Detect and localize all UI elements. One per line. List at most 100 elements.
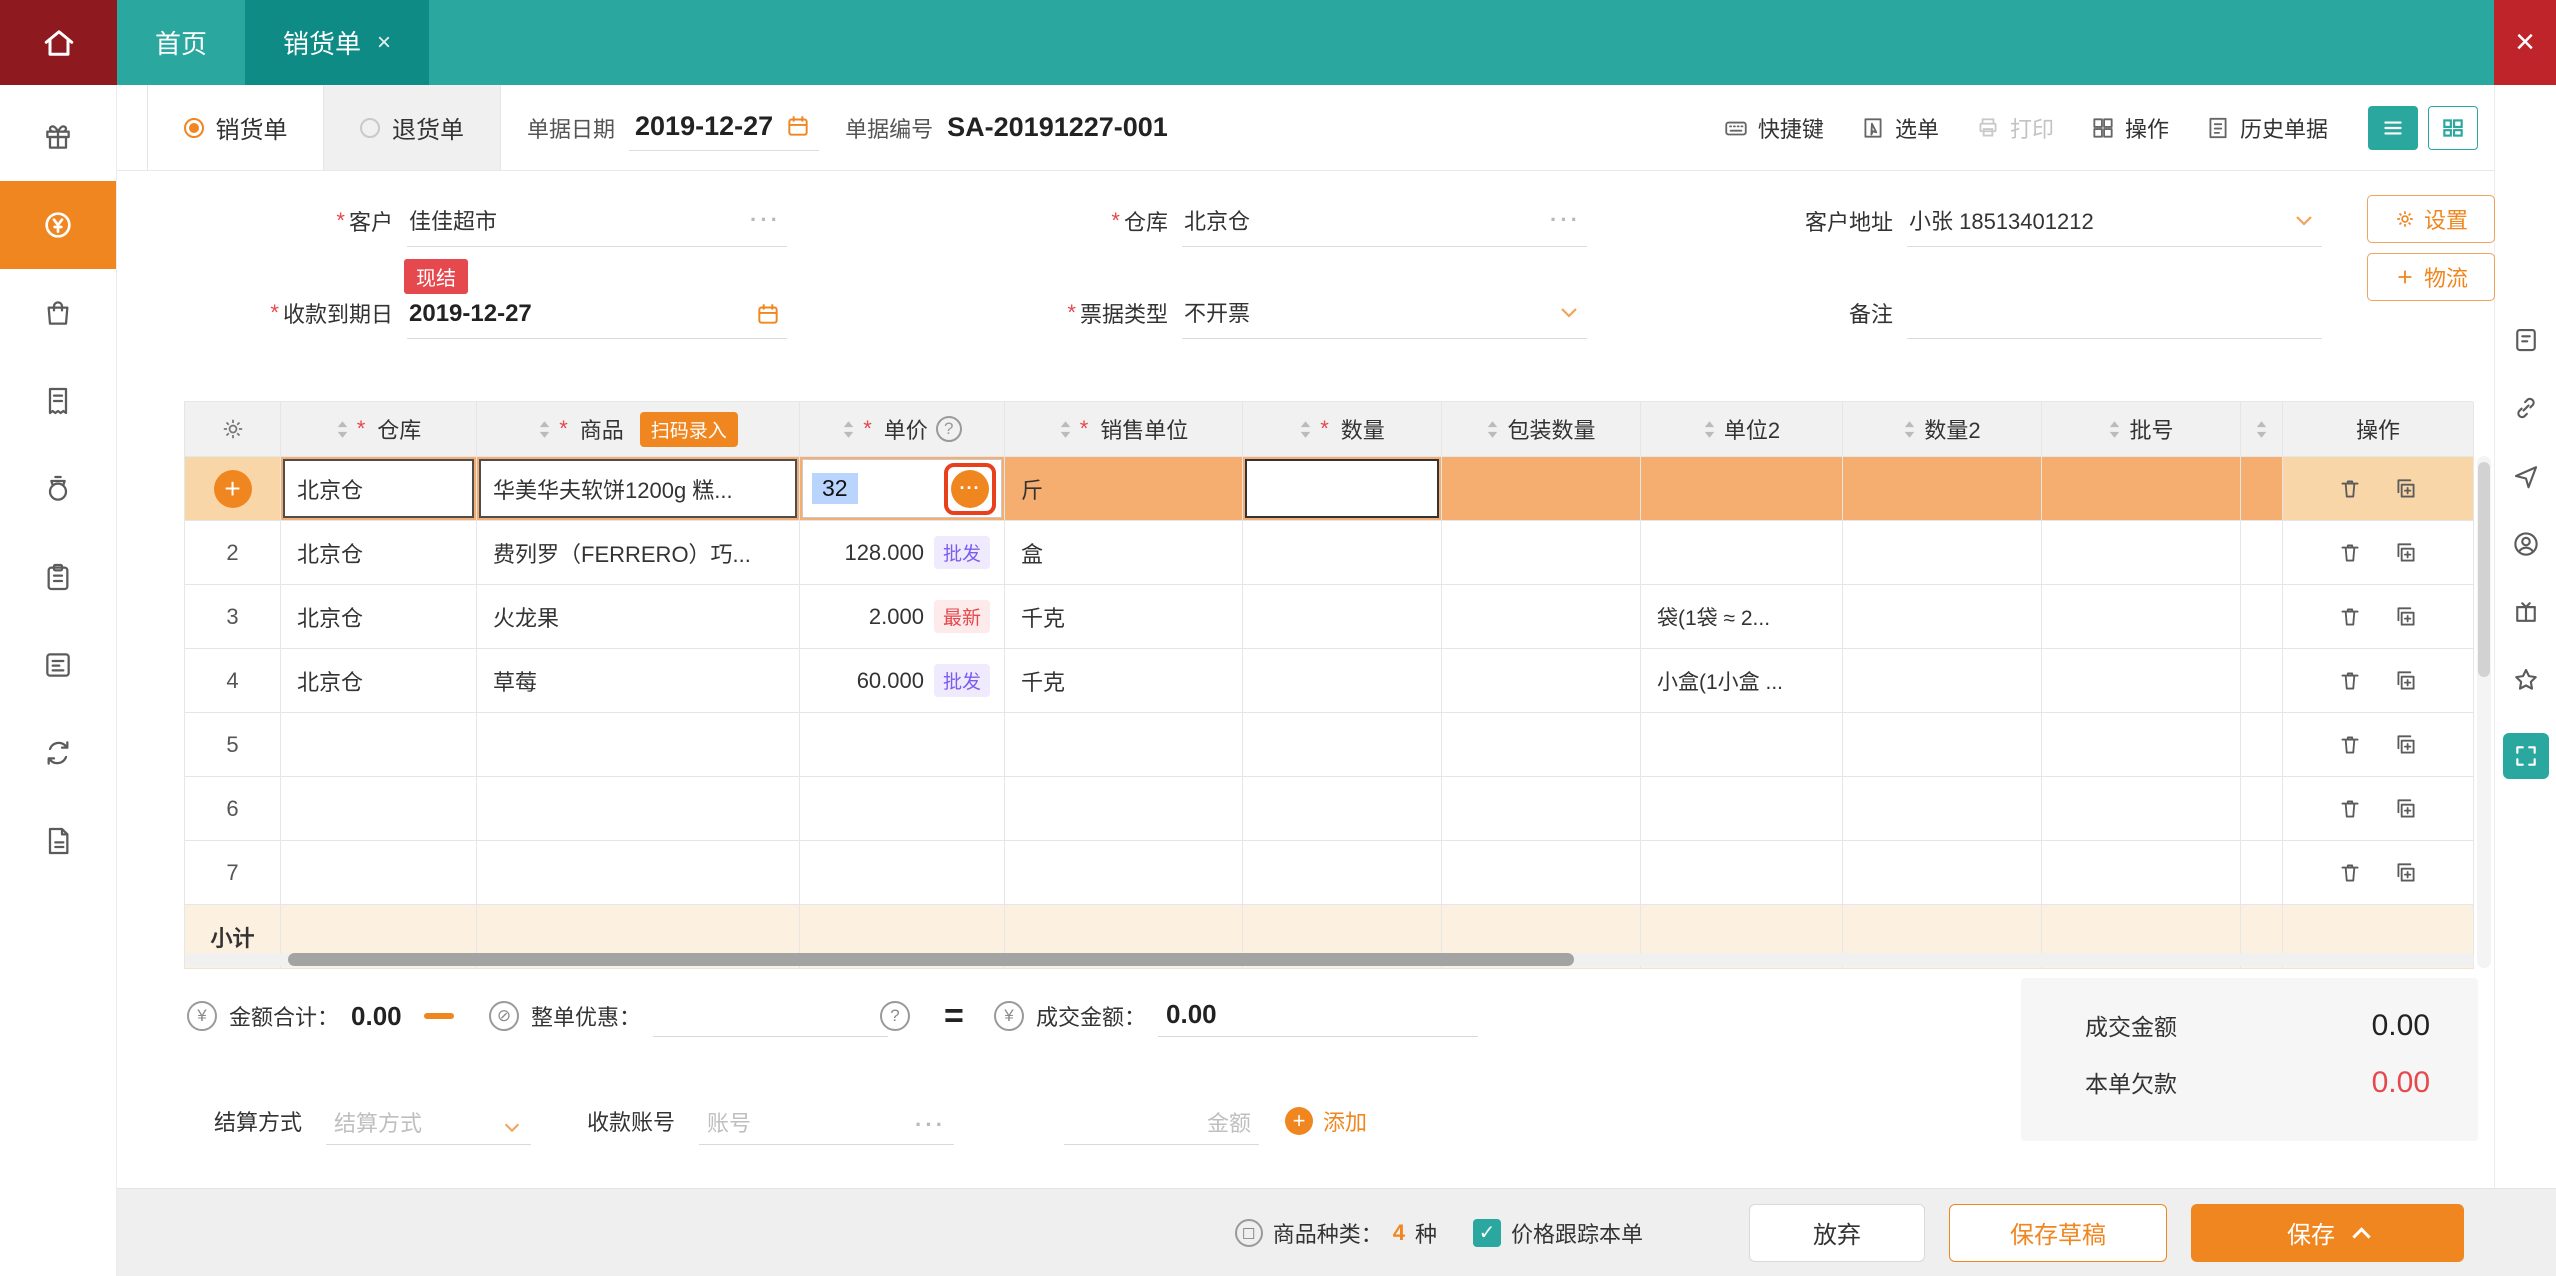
package-icon[interactable] (2511, 597, 2541, 627)
copy-row-button[interactable] (2393, 540, 2419, 566)
unit2-cell[interactable]: 袋(1袋 ≈ 2... (1641, 585, 1843, 649)
warehouse-cell[interactable]: 北京仓 (281, 457, 477, 521)
unit2-cell[interactable] (1641, 713, 1843, 777)
save-button[interactable]: 保存 (2191, 1203, 2464, 1262)
tab-sales-order[interactable]: 销货单 × (245, 0, 430, 85)
warehouse-more-icon[interactable]: ··· (1550, 207, 1581, 233)
price-column-header[interactable]: * 单价? (800, 402, 1005, 457)
extra-column-header[interactable] (2241, 402, 2283, 457)
warehouse-cell[interactable]: 北京仓 (281, 521, 477, 585)
sort-icon[interactable] (1486, 420, 1499, 439)
note-icon[interactable] (2511, 325, 2541, 355)
sort-icon[interactable] (2108, 420, 2121, 439)
delete-row-button[interactable] (2337, 860, 2363, 886)
vertical-scrollbar[interactable] (2478, 462, 2490, 677)
nav-funds[interactable] (0, 445, 116, 533)
delete-row-button[interactable] (2337, 732, 2363, 758)
unit-cell[interactable]: 千克 (1005, 585, 1243, 649)
price-cell[interactable]: 60.000 批发 (800, 649, 1005, 713)
help-icon[interactable]: ? (935, 416, 962, 442)
copy-row-button[interactable] (2393, 604, 2419, 630)
product-cell[interactable]: 草莓 (477, 649, 800, 713)
price-input[interactable]: 32 ··· (802, 459, 1002, 518)
product-cell[interactable] (477, 713, 800, 777)
unit-cell[interactable] (1005, 841, 1243, 905)
delete-row-button[interactable] (2337, 476, 2363, 502)
nav-sales-active[interactable] (0, 181, 116, 269)
sort-icon[interactable] (538, 420, 551, 439)
tab-return-doc[interactable]: 退货单 (324, 85, 500, 170)
qty-cell[interactable] (1243, 521, 1442, 585)
qty2-cell[interactable] (1843, 457, 2042, 521)
discard-button[interactable]: 放弃 (1749, 1203, 1925, 1262)
horizontal-scrollbar[interactable] (288, 953, 1574, 966)
qty2-column-header[interactable]: 数量2 (1843, 402, 2042, 457)
checkbox-checked-icon[interactable]: ✓ (1472, 1218, 1501, 1247)
nav-flow[interactable] (0, 709, 116, 797)
product-cell[interactable] (477, 777, 800, 841)
batch-column-header[interactable]: 批号 (2042, 402, 2241, 457)
favorite-star-icon[interactable] (2511, 665, 2541, 695)
price-cell[interactable] (800, 713, 1005, 777)
price-more-button[interactable]: ··· (951, 469, 989, 508)
copy-row-button[interactable] (2393, 668, 2419, 694)
copy-row-button[interactable] (2393, 860, 2419, 886)
sort-icon[interactable] (1903, 420, 1916, 439)
calendar-icon[interactable] (785, 113, 811, 139)
product-cell[interactable]: 华美华夫软饼1200g 糕... (477, 457, 800, 521)
customer-field[interactable]: * 客户 佳佳超市 ··· (187, 197, 787, 247)
nav-orders[interactable] (0, 357, 116, 445)
unit-column-header[interactable]: * 销售单位 (1005, 402, 1243, 457)
window-close-button[interactable]: × (2494, 0, 2556, 85)
delete-row-button[interactable] (2337, 796, 2363, 822)
pick-order-button[interactable]: 选单 (1860, 112, 1939, 144)
nav-purchase[interactable] (0, 269, 116, 357)
warehouse-cell[interactable]: 北京仓 (281, 649, 477, 713)
list-view-toggle[interactable] (2368, 105, 2418, 150)
pack-qty-cell[interactable] (1442, 649, 1641, 713)
unit-cell[interactable]: 斤 (1005, 457, 1243, 521)
product-cell[interactable]: 费列罗（FERRERO）巧... (477, 521, 800, 585)
qty-input[interactable] (1245, 459, 1439, 518)
batch-cell[interactable] (2042, 521, 2241, 585)
fullscreen-button[interactable] (2502, 733, 2549, 779)
warehouse-cell[interactable] (281, 713, 477, 777)
account-input[interactable]: 账号 ··· (699, 1103, 955, 1145)
batch-cell[interactable] (2042, 457, 2241, 521)
delete-row-button[interactable] (2337, 540, 2363, 566)
product-cell[interactable] (477, 841, 800, 905)
nav-new-doc[interactable] (0, 797, 116, 885)
price-cell[interactable]: 32 ··· (800, 457, 1005, 521)
qty-cell[interactable] (1243, 841, 1442, 905)
home-nav-button[interactable] (0, 0, 117, 85)
history-button[interactable]: 历史单据 (2205, 112, 2328, 144)
price-cell[interactable]: 2.000 最新 (800, 585, 1005, 649)
price-cell[interactable] (800, 841, 1005, 905)
qty-cell[interactable] (1243, 777, 1442, 841)
batch-cell[interactable] (2042, 777, 2241, 841)
unit-cell[interactable] (1005, 713, 1243, 777)
tab-sale-doc[interactable]: 销货单 (148, 85, 324, 170)
copy-row-button[interactable] (2393, 476, 2419, 502)
qty2-cell[interactable] (1843, 777, 2042, 841)
qty2-cell[interactable] (1843, 585, 2042, 649)
sort-icon[interactable] (1059, 420, 1072, 439)
qty2-cell[interactable] (1843, 713, 2042, 777)
pack-qty-cell[interactable] (1442, 457, 1641, 521)
nav-products[interactable] (0, 93, 116, 181)
warehouse-cell[interactable] (281, 841, 477, 905)
qty2-cell[interactable] (1843, 649, 2042, 713)
chevron-down-icon[interactable] (501, 1116, 523, 1138)
unit2-cell[interactable] (1641, 521, 1843, 585)
customer-display-icon[interactable] (2511, 529, 2541, 559)
share-icon[interactable] (2511, 461, 2541, 491)
batch-cell[interactable] (2042, 649, 2241, 713)
chevron-down-icon[interactable] (2292, 208, 2316, 232)
qty-cell[interactable] (1243, 457, 1442, 521)
warehouse-cell[interactable]: 北京仓 (281, 585, 477, 649)
pack-qty-cell[interactable] (1442, 713, 1641, 777)
qty-cell[interactable] (1243, 713, 1442, 777)
add-payment-button[interactable]: + 添加 (1285, 1105, 1367, 1145)
price-cell[interactable]: 128.000 批发 (800, 521, 1005, 585)
unit-cell[interactable] (1005, 777, 1243, 841)
